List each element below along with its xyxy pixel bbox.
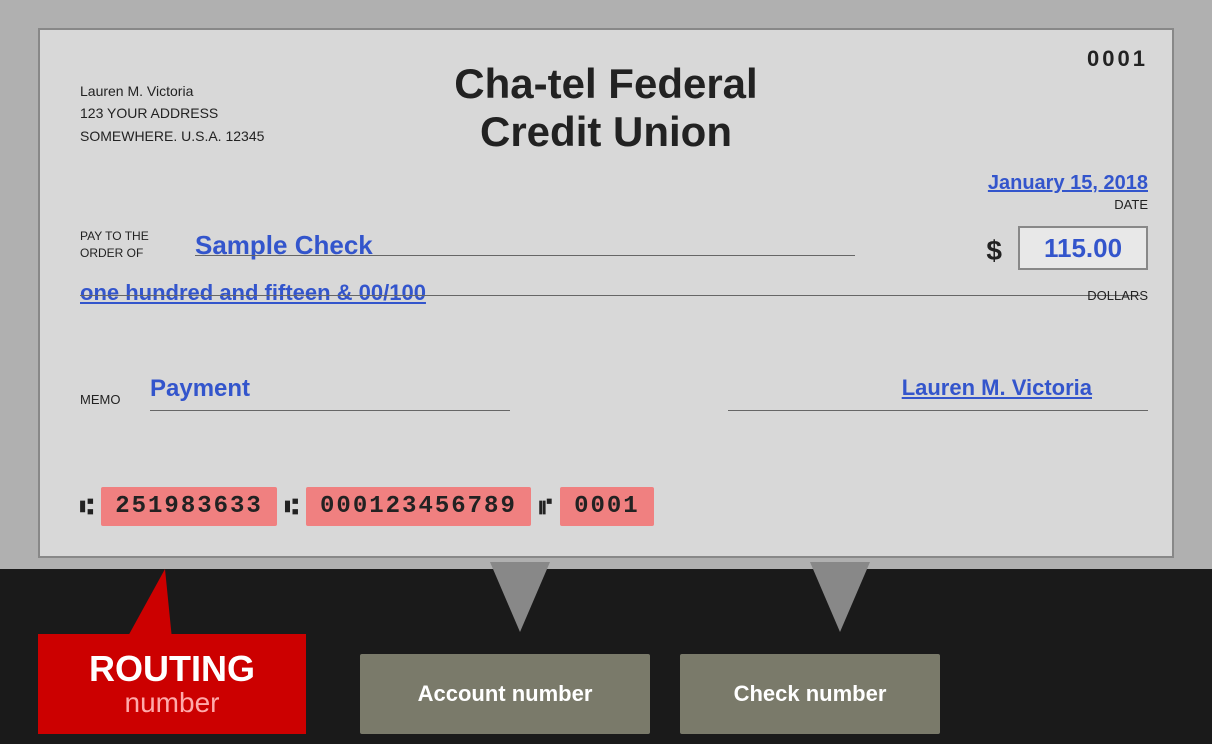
micr-symbol-right: ⑆ — [285, 494, 298, 520]
account-arrow-icon — [490, 562, 550, 632]
micr-line: ⑆ 251983633 ⑆ 000123456789 ⑈ 0001 — [80, 487, 654, 526]
micr-symbol-left: ⑆ — [80, 494, 93, 520]
signature-value: Lauren M. Victoria — [902, 375, 1092, 401]
memo-value: Payment — [150, 375, 250, 403]
dollars-label: DOLLARS — [1087, 288, 1148, 303]
routing-label-box: ROUTING number — [38, 634, 306, 734]
dollar-sign: $ — [986, 235, 1002, 267]
date-value: January 15, 2018 — [988, 172, 1148, 195]
date-section: January 15, 2018 DATE — [988, 172, 1148, 212]
holder-address1: 123 YOUR ADDRESS — [80, 102, 264, 124]
signature-line — [728, 410, 1148, 411]
pay-to-label: PAY TO THEORDER OF — [80, 228, 149, 262]
pay-to-line — [195, 255, 855, 256]
amount-value: 115.00 — [1044, 233, 1122, 264]
account-label-box: Account number — [360, 654, 650, 734]
check-number-arrow-icon — [810, 562, 870, 632]
check-label-text: Check number — [734, 681, 887, 707]
check-number-display: 0001 — [1087, 46, 1148, 72]
holder-address2: SOMEWHERE. U.S.A. 12345 — [80, 125, 264, 147]
written-amount-line — [80, 295, 1140, 296]
holder-name: Lauren M. Victoria — [80, 80, 264, 102]
amount-box: 115.00 — [1018, 226, 1148, 270]
account-label-text: Account number — [418, 681, 593, 707]
micr-routing-number: 251983633 — [101, 487, 277, 526]
routing-label-bottom: number — [125, 688, 220, 719]
check-document: 0001 Cha-tel Federal Credit Union Lauren… — [38, 28, 1174, 558]
micr-account-number: 000123456789 — [306, 487, 531, 526]
date-label: DATE — [988, 197, 1148, 212]
memo-label: MEMO — [80, 392, 120, 407]
memo-line — [150, 410, 510, 411]
account-holder-address: Lauren M. Victoria 123 YOUR ADDRESS SOME… — [80, 80, 264, 147]
bank-name: Cha-tel Federal Credit Union — [454, 60, 757, 157]
pay-to-value: Sample Check — [195, 230, 373, 261]
micr-check-number: 0001 — [560, 487, 654, 526]
routing-label-top: ROUTING — [89, 649, 255, 689]
check-label-box: Check number — [680, 654, 940, 734]
micr-equals-symbol: ⑈ — [539, 494, 552, 520]
written-amount: one hundred and fifteen & 00/100 — [80, 280, 426, 306]
